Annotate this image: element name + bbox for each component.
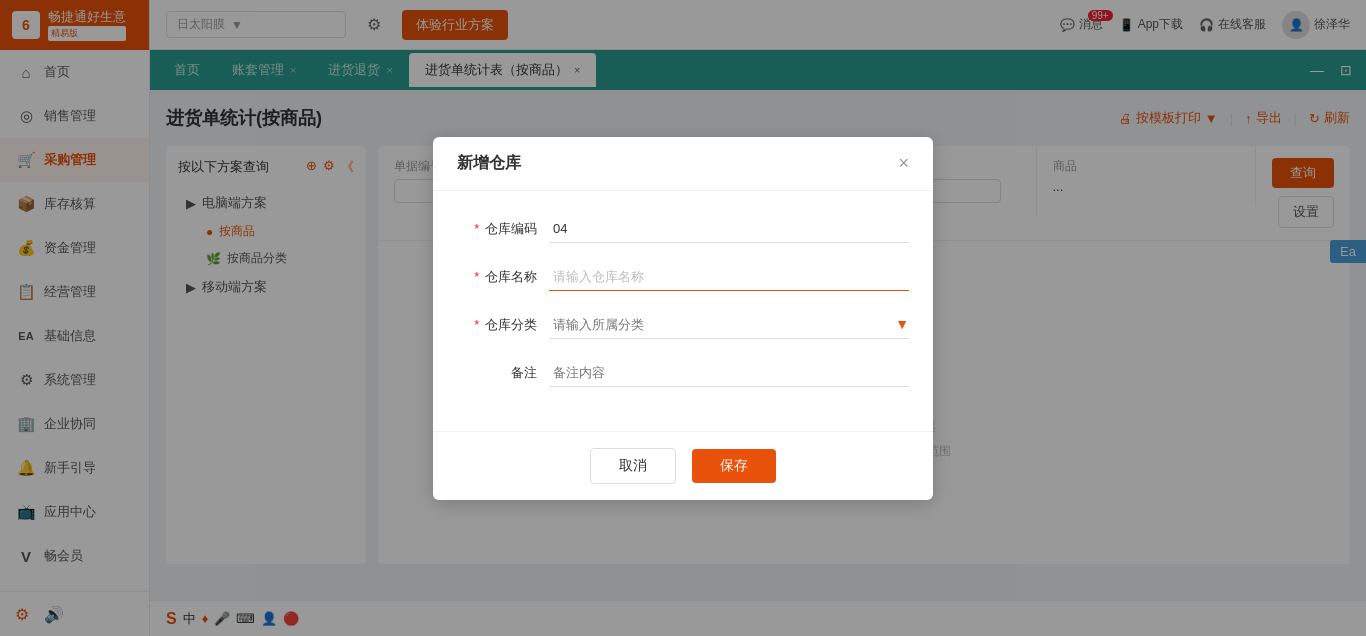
form-item-notes: 备注 (457, 359, 909, 387)
modal-overlay: 新增仓库 × * 仓库编码 * 仓库名称 (0, 0, 1366, 636)
modal-footer: 取消 保存 (433, 431, 933, 500)
warehouse-category-input[interactable] (549, 311, 895, 338)
modal-close-icon[interactable]: × (898, 154, 909, 172)
form-item-code: * 仓库编码 (457, 215, 909, 243)
warehouse-category-label: * 仓库分类 (457, 316, 537, 334)
warehouse-name-input[interactable] (549, 263, 909, 291)
save-button[interactable]: 保存 (692, 449, 776, 483)
form-item-category: * 仓库分类 ▼ (457, 311, 909, 339)
category-dropdown-icon: ▼ (895, 316, 909, 332)
warehouse-code-input[interactable] (549, 215, 909, 243)
warehouse-code-label: * 仓库编码 (457, 220, 537, 238)
modal-title: 新增仓库 (457, 153, 521, 174)
form-item-name: * 仓库名称 (457, 263, 909, 291)
warehouse-category-select[interactable]: ▼ (549, 311, 909, 339)
cancel-button[interactable]: 取消 (590, 448, 676, 484)
modal-body: * 仓库编码 * 仓库名称 * (433, 191, 933, 431)
notes-input[interactable] (549, 359, 909, 387)
modal-header: 新增仓库 × (433, 137, 933, 191)
warehouse-name-label: * 仓库名称 (457, 268, 537, 286)
add-warehouse-modal: 新增仓库 × * 仓库编码 * 仓库名称 (433, 137, 933, 500)
notes-label: 备注 (457, 364, 537, 382)
